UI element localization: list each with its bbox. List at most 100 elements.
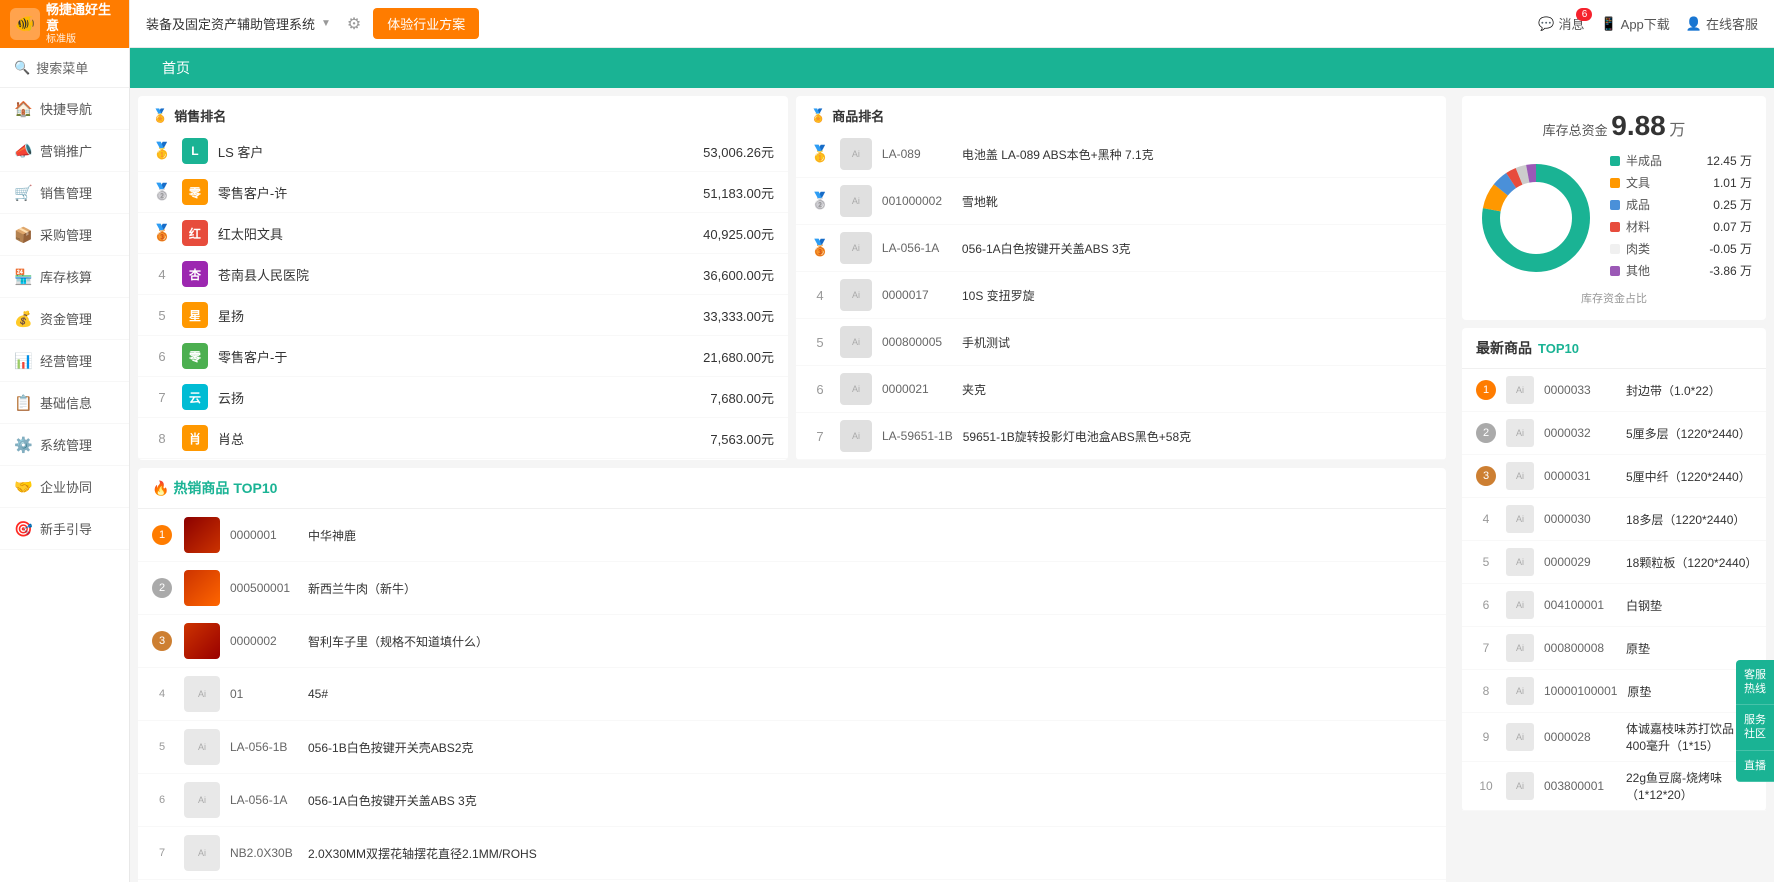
sidebar-item-operations[interactable]: 📊 经营管理 bbox=[0, 340, 129, 382]
new-product-row[interactable]: 9 Ai 0000028 体诚嘉枝味苏打饮品400毫升（1*15） bbox=[1462, 713, 1766, 762]
hot-product-row[interactable]: 5 Ai LA-056-1B 056-1B白色按键开关壳ABS2克 bbox=[138, 721, 1446, 774]
nav-label-guide: 新手引导 bbox=[40, 519, 92, 538]
settings-icon[interactable]: ⚙ bbox=[347, 14, 361, 34]
customer-row[interactable]: 🥉 红 红太阳文具 40,925.00元 bbox=[138, 213, 788, 254]
new-product-name: 原垫 bbox=[1627, 683, 1752, 700]
sidebar-item-marketing[interactable]: 📣 营销推广 bbox=[0, 130, 129, 172]
hot-product-image bbox=[184, 623, 220, 659]
hot-product-row[interactable]: 4 Ai 01 45# bbox=[138, 668, 1446, 721]
donut-chart bbox=[1476, 158, 1596, 278]
hot-product-row[interactable]: 7 Ai NB2.0X30B 2.0X30MM双摆花轴摆花直径2.1MM/ROH… bbox=[138, 827, 1446, 880]
goods-row[interactable]: 6 Ai 0000021 夹克 bbox=[796, 366, 1446, 413]
legend-value: 1.01 万 bbox=[1713, 174, 1752, 191]
medal-silver-icon: 🥈 bbox=[152, 182, 172, 202]
service-community-button[interactable]: 服务社区 bbox=[1736, 705, 1774, 751]
new-product-row[interactable]: 8 Ai 10000100001 原垫 bbox=[1462, 670, 1766, 713]
inventory-card: 库存总资金 9.88 万 bbox=[1462, 96, 1766, 320]
search-icon: 🔍 bbox=[14, 60, 30, 76]
goods-code: LA-59651-1B bbox=[882, 429, 953, 443]
customer-avatar: 肖 bbox=[182, 425, 208, 451]
legend-dot bbox=[1610, 266, 1620, 276]
hot-product-row[interactable]: 1 0000001 中华神鹿 bbox=[138, 509, 1446, 562]
sidebar-item-guide[interactable]: 🎯 新手引导 bbox=[0, 508, 129, 550]
goods-name: 雪地靴 bbox=[962, 193, 1432, 210]
sidebar-item-collab[interactable]: 🤝 企业协同 bbox=[0, 466, 129, 508]
legend-value: 12.45 万 bbox=[1707, 152, 1752, 169]
customer-row[interactable]: 🥇 L LS 客户 53,006.26元 bbox=[138, 131, 788, 172]
new-product-image: Ai bbox=[1506, 548, 1534, 576]
ranking-icon: 🏅 bbox=[152, 108, 168, 124]
customer-name: 云扬 bbox=[218, 388, 700, 407]
hot-product-row[interactable]: 3 0000002 智利车子里（规格不知道填什么） bbox=[138, 615, 1446, 668]
goods-name: 手机测试 bbox=[962, 334, 1432, 351]
purchase-icon: 📦 bbox=[14, 226, 32, 244]
rank-number: 4 bbox=[810, 288, 830, 303]
sidebar-item-basic[interactable]: 📋 基础信息 bbox=[0, 382, 129, 424]
sidebar-item-system[interactable]: ⚙️ 系统管理 bbox=[0, 424, 129, 466]
sidebar-item-home[interactable]: 🏠 快捷导航 bbox=[0, 88, 129, 130]
customer-ranking-list: 🥇 L LS 客户 53,006.26元 🥈 零 零售客户-许 51,183.0… bbox=[138, 131, 788, 459]
hot-product-name: 056-1B白色按键开关壳ABS2克 bbox=[308, 739, 1432, 756]
nav-label-home: 快捷导航 bbox=[40, 99, 92, 118]
legend-item: 肉类 -0.05 万 bbox=[1610, 240, 1752, 257]
goods-row[interactable]: 4 Ai 0000017 10S 变扭罗旋 bbox=[796, 272, 1446, 319]
goods-ranking-list: 🥇 Ai LA-089 电池盖 LA-089 ABS本色+黑种 7.1克 🥈 A… bbox=[796, 131, 1446, 460]
new-product-row[interactable]: 6 Ai 004100001 白钢垫 bbox=[1462, 584, 1766, 627]
new-products-title: 最新商品 bbox=[1476, 338, 1532, 358]
customer-amount: 51,183.00元 bbox=[703, 183, 774, 202]
live-button[interactable]: 直播 bbox=[1736, 751, 1774, 782]
goods-row[interactable]: 5 Ai 000800005 手机测试 bbox=[796, 319, 1446, 366]
search-menu[interactable]: 🔍 搜索菜单 bbox=[0, 48, 129, 88]
system-selector[interactable]: 装备及固定资产辅助管理系统 ▼ bbox=[146, 14, 331, 33]
goods-row[interactable]: 🥇 Ai LA-089 电池盖 LA-089 ABS本色+黑种 7.1克 bbox=[796, 131, 1446, 178]
new-product-row[interactable]: 10 Ai 003800001 22g鱼豆腐-烧烤味（1*12*20） bbox=[1462, 762, 1766, 811]
legend-item: 文具 1.01 万 bbox=[1610, 174, 1752, 191]
goods-code: 0000021 bbox=[882, 382, 952, 396]
sidebar-item-purchase[interactable]: 📦 采购管理 bbox=[0, 214, 129, 256]
new-product-image: Ai bbox=[1506, 505, 1534, 533]
page-nav: 首页 bbox=[130, 48, 1774, 88]
hot-product-code: NB2.0X30B bbox=[230, 846, 298, 860]
sidebar-item-finance[interactable]: 💰 资金管理 bbox=[0, 298, 129, 340]
goods-row[interactable]: 🥉 Ai LA-056-1A 056-1A白色按键开关盖ABS 3克 bbox=[796, 225, 1446, 272]
hot-product-row[interactable]: 2 000500001 新西兰牛肉（新牛） bbox=[138, 562, 1446, 615]
new-product-row[interactable]: 5 Ai 0000029 18颗粒板（1220*2440） bbox=[1462, 541, 1766, 584]
new-product-row[interactable]: 3 Ai 0000031 5厘中纤（1220*2440） bbox=[1462, 455, 1766, 498]
sidebar-item-inventory[interactable]: 🏪 库存核算 bbox=[0, 256, 129, 298]
legend-dot bbox=[1610, 222, 1620, 232]
goods-name: 10S 变扭罗旋 bbox=[962, 287, 1432, 304]
new-product-row[interactable]: 2 Ai 0000032 5厘多层（1220*2440） bbox=[1462, 412, 1766, 455]
customer-row[interactable]: 🥈 零 零售客户-许 51,183.00元 bbox=[138, 172, 788, 213]
customer-row[interactable]: 4 杏 苍南县人民医院 36,600.00元 bbox=[138, 254, 788, 295]
goods-code: 001000002 bbox=[882, 194, 952, 208]
medal-bronze-icon: 🥉 bbox=[810, 238, 830, 258]
goods-row[interactable]: 7 Ai LA-59651-1B 59651-1B旋转投影灯电池盒ABS黑色+5… bbox=[796, 413, 1446, 460]
new-product-row[interactable]: 7 Ai 000800008 原垫 bbox=[1462, 627, 1766, 670]
new-products-card: 最新商品 TOP10 1 Ai 0000033 封边带（1.0*22） 2 Ai… bbox=[1462, 328, 1766, 811]
page-nav-home[interactable]: 首页 bbox=[146, 48, 206, 88]
customer-row[interactable]: 6 零 零售客户-于 21,680.00元 bbox=[138, 336, 788, 377]
new-product-row[interactable]: 4 Ai 0000030 18多层（1220*2440） bbox=[1462, 498, 1766, 541]
message-button[interactable]: 💬 消息 6 bbox=[1538, 14, 1584, 33]
goods-name: 59651-1B旋转投影灯电池盒ABS黑色+58克 bbox=[963, 428, 1432, 445]
online-service-button[interactable]: 👤 在线客服 bbox=[1686, 14, 1758, 33]
nav-label-purchase: 采购管理 bbox=[40, 225, 92, 244]
new-product-row[interactable]: 1 Ai 0000033 封边带（1.0*22） bbox=[1462, 369, 1766, 412]
basic-icon: 📋 bbox=[14, 394, 32, 412]
customer-row[interactable]: 7 云 云扬 7,680.00元 bbox=[138, 377, 788, 418]
customer-row[interactable]: 8 肖 肖总 7,563.00元 bbox=[138, 418, 788, 459]
customer-amount: 33,333.00元 bbox=[703, 306, 774, 325]
goods-code: 0000017 bbox=[882, 288, 952, 302]
goods-row[interactable]: 🥈 Ai 001000002 雪地靴 bbox=[796, 178, 1446, 225]
rank-number: 8 bbox=[152, 431, 172, 446]
customer-name: 苍南县人民医院 bbox=[218, 265, 693, 284]
hot-rank-number: 3 bbox=[152, 631, 172, 651]
sidebar-item-sales[interactable]: 🛒 销售管理 bbox=[0, 172, 129, 214]
app-download-button[interactable]: 📱 App下载 bbox=[1600, 14, 1669, 33]
customer-service-button[interactable]: 客服热线 bbox=[1736, 660, 1774, 706]
hot-product-row[interactable]: 6 Ai LA-056-1A 056-1A白色按键开关盖ABS 3克 bbox=[138, 774, 1446, 827]
trial-button[interactable]: 体验行业方案 bbox=[373, 8, 479, 39]
hot-rank: 4 bbox=[152, 684, 174, 704]
customer-row[interactable]: 5 星 星扬 33,333.00元 bbox=[138, 295, 788, 336]
hot-product-code: LA-056-1B bbox=[230, 740, 298, 754]
